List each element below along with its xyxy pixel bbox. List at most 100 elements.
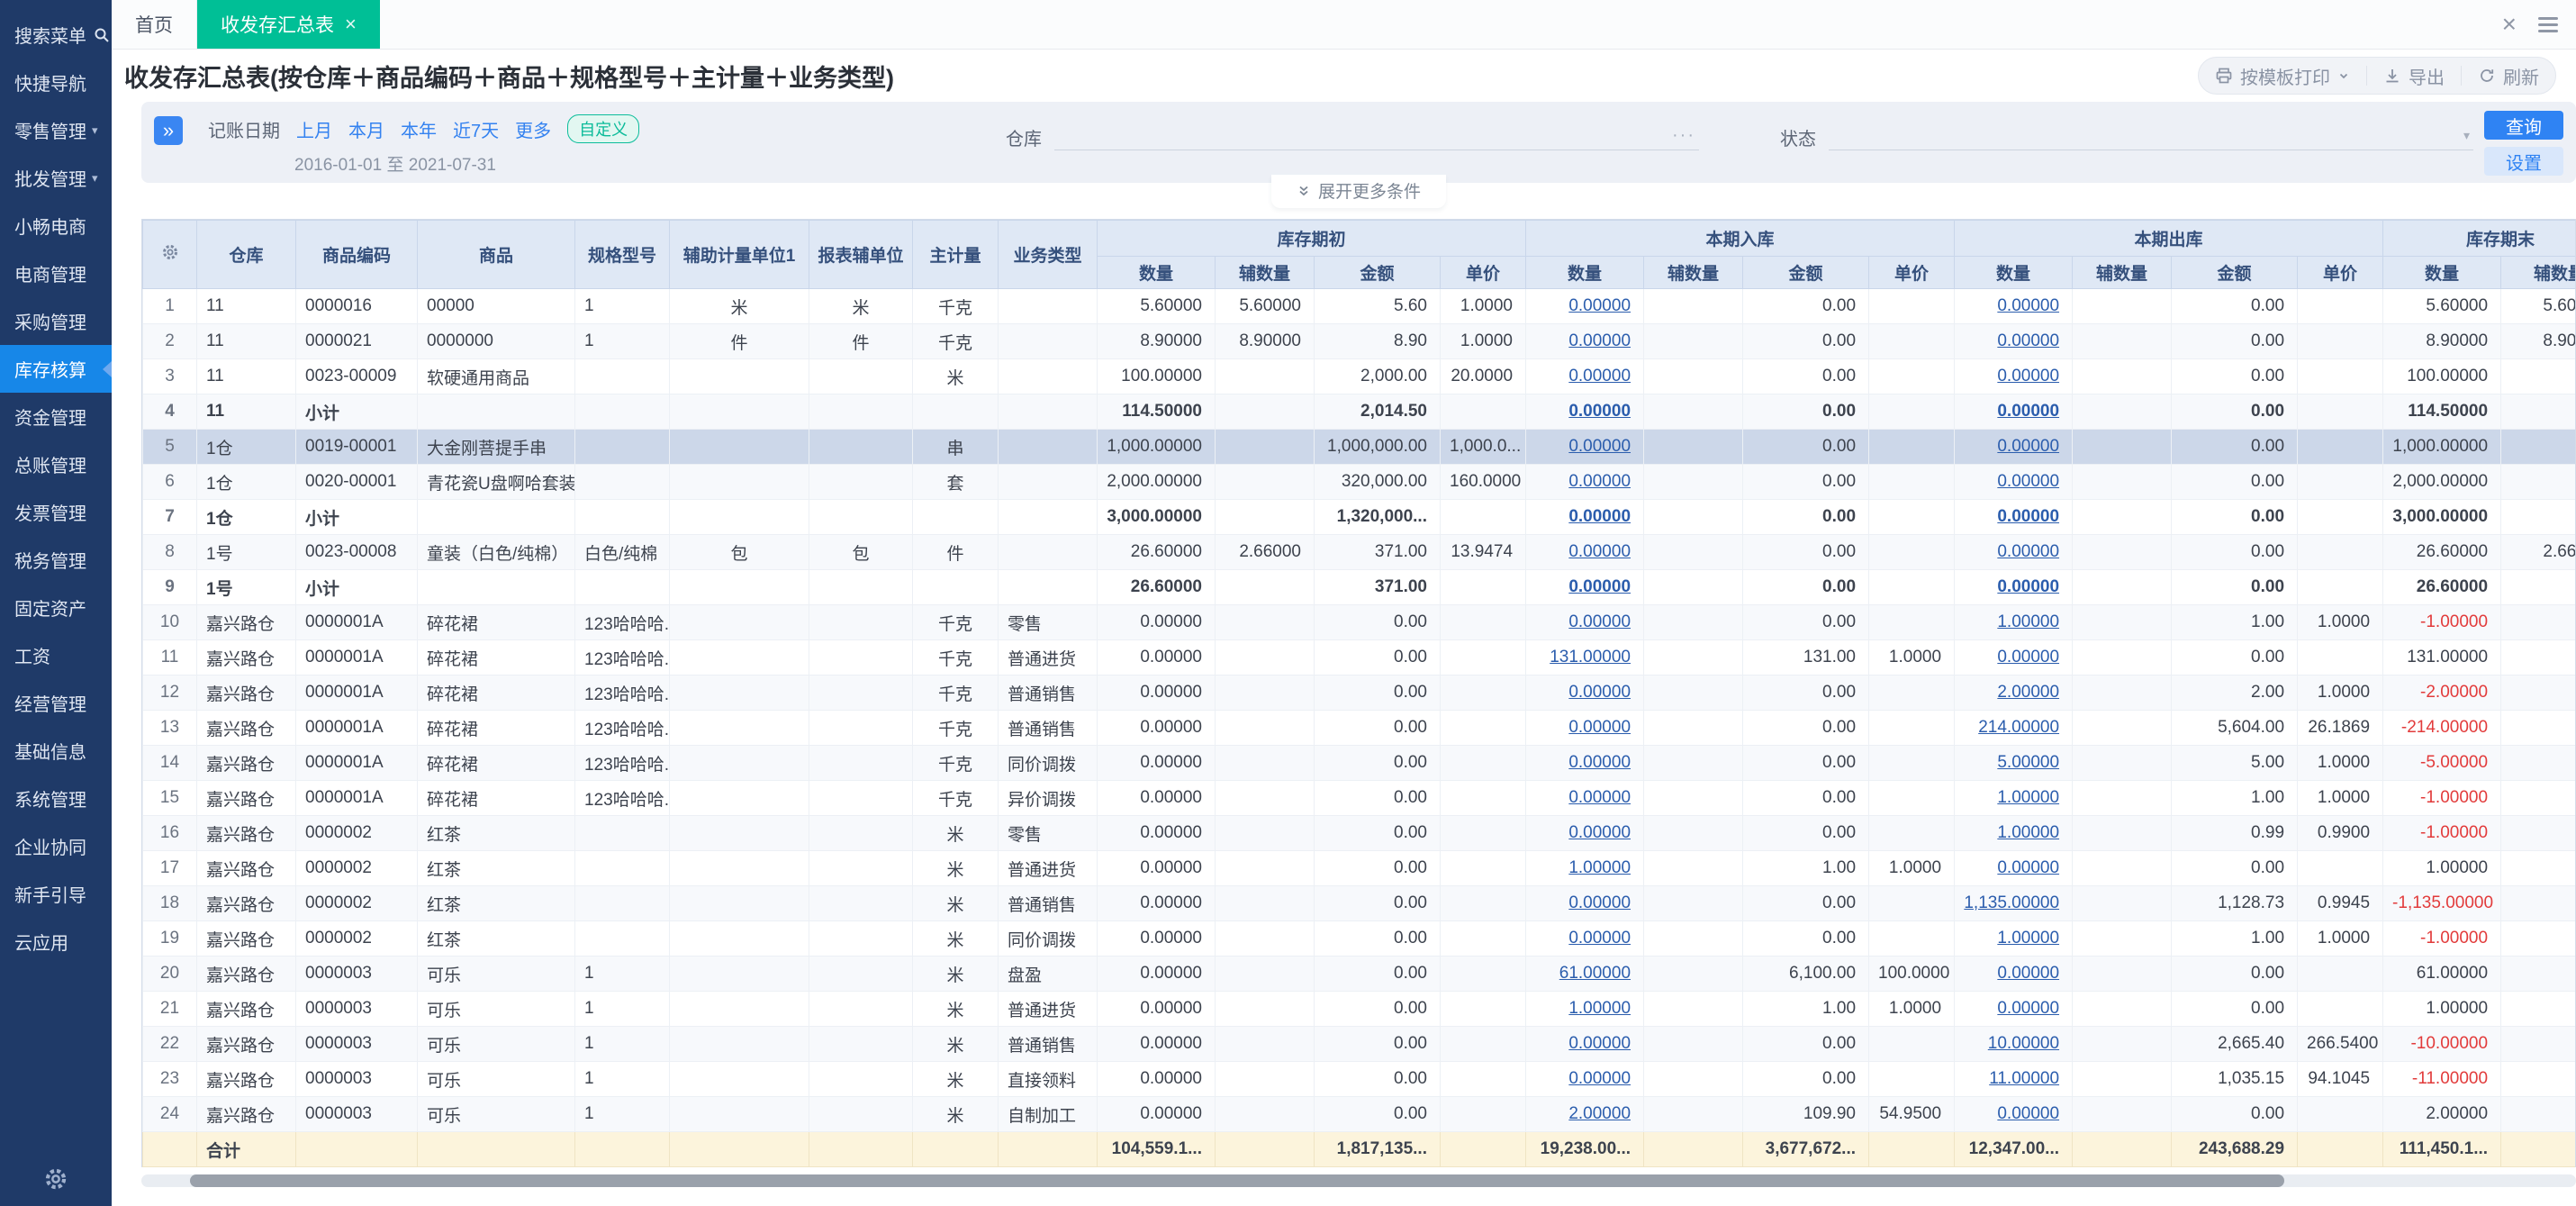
sidebar-item-purchase[interactable]: 采购管理	[0, 297, 112, 345]
table-row[interactable]: 15 嘉兴路仓 0000001A 碎花裙 123哈哈哈... 千克 异价调拨 0.00000 0…	[142, 780, 2575, 816]
status-select[interactable]: ▾	[1829, 122, 2473, 150]
settings-button[interactable]: 设置	[2484, 147, 2563, 176]
table-row[interactable]: 16 嘉兴路仓 0000002 红茶米零售 0.00000 0.00 0.00000 0.00…	[142, 815, 2575, 851]
sidebar-item-xiaochang-ec[interactable]: 小畅电商	[0, 202, 112, 249]
collapse-filter-button[interactable]: »	[154, 116, 183, 145]
drill-down-link[interactable]: 0.00000	[1525, 710, 1645, 746]
drill-down-link[interactable]: 0.00000	[1525, 780, 1645, 816]
drill-down-link[interactable]: 1.00000	[1954, 780, 2074, 816]
tab-active[interactable]: 收发存汇总表 ×	[197, 0, 380, 49]
sidebar-item-tax[interactable]: 税务管理	[0, 536, 112, 584]
drill-down-link[interactable]: 0.00000	[1954, 639, 2074, 676]
drill-down-link[interactable]: 0.00000	[1954, 288, 2074, 324]
export-button[interactable]: 导出	[2367, 58, 2461, 94]
drill-down-link[interactable]: 0.00000	[1954, 1096, 2074, 1132]
drill-down-link[interactable]: 2.00000	[1525, 1096, 1645, 1132]
date-quick-link[interactable]: 本月	[348, 116, 384, 142]
table-row[interactable]: 11 嘉兴路仓 0000001A 碎花裙 123哈哈哈... 千克 普通进货 0.00000 0…	[142, 639, 2575, 676]
table-row[interactable]: 21 嘉兴路仓 0000003 可乐 1 米普通进货 0.00000 0.00 1.00000 1…	[142, 991, 2575, 1027]
drill-down-link[interactable]: 0.00000	[1525, 534, 1645, 570]
drill-down-link[interactable]: 1.00000	[1954, 604, 2074, 640]
table-row[interactable]: 14 嘉兴路仓 0000001A 碎花裙 123哈哈哈... 千克 同价调拨 0.00000 0…	[142, 745, 2575, 781]
expand-more-button[interactable]: 展开更多条件	[1270, 175, 1447, 208]
scrollbar-thumb[interactable]	[190, 1174, 2284, 1187]
refresh-button[interactable]: 刷新	[2462, 58, 2555, 94]
sidebar-item-guide[interactable]: 新手引导	[0, 870, 112, 918]
drill-down-link[interactable]: 0.00000	[1954, 569, 2074, 605]
drill-down-link[interactable]: 0.00000	[1954, 394, 2074, 430]
drill-down-link[interactable]: 0.00000	[1525, 920, 1645, 957]
table-row[interactable]: 10 嘉兴路仓 0000001A 碎花裙 123哈哈哈... 千克 零售 0.00000 0.0…	[142, 604, 2575, 640]
table-row[interactable]: 12 嘉兴路仓 0000001A 碎花裙 123哈哈哈... 千克 普通销售 0.00000 0…	[142, 675, 2575, 711]
drill-down-link[interactable]: 0.00000	[1954, 499, 2074, 535]
ellipsis-icon[interactable]: ···	[1672, 125, 1699, 146]
sidebar-item-operations[interactable]: 经营管理	[0, 679, 112, 727]
drill-down-link[interactable]: 0.00000	[1954, 991, 2074, 1027]
table-row[interactable]: 20 嘉兴路仓 0000003 可乐 1 米盘盈 0.00000 0.00 61.00000 6,…	[142, 956, 2575, 992]
close-all-icon[interactable]: ×	[2502, 12, 2517, 37]
tab-home[interactable]: 首页	[112, 0, 197, 49]
table-row[interactable]: 5 1仓 0019-00001 大金刚菩提手串 串 1,000.00000 1,000,00…	[142, 429, 2575, 465]
table-row[interactable]: 13 嘉兴路仓 0000001A 碎花裙 123哈哈哈... 千克 普通销售 0.00000 0…	[142, 710, 2575, 746]
drill-down-link[interactable]: 0.00000	[1525, 499, 1645, 535]
drill-down-link[interactable]: 0.00000	[1954, 534, 2074, 570]
sidebar-item-fixed-assets[interactable]: 固定资产	[0, 584, 112, 631]
drill-down-link[interactable]: 0.00000	[1954, 850, 2074, 886]
table-row[interactable]: 17 嘉兴路仓 0000002 红茶米普通进货 0.00000 0.00 1.00000 1.…	[142, 850, 2575, 886]
drill-down-link[interactable]: 10.00000	[1954, 1026, 2074, 1062]
drill-down-link[interactable]: 0.00000	[1954, 429, 2074, 465]
drill-down-link[interactable]: 0.00000	[1525, 885, 1645, 921]
drill-down-link[interactable]: 0.00000	[1954, 358, 2074, 394]
drill-down-link[interactable]: 214.00000	[1954, 710, 2074, 746]
table-row[interactable]: 19 嘉兴路仓 0000002 红茶米同价调拨 0.00000 0.00 0.00000 0.…	[142, 920, 2575, 957]
drill-down-link[interactable]: 0.00000	[1525, 569, 1645, 605]
drill-down-link[interactable]: 0.00000	[1525, 464, 1645, 500]
table-row[interactable]: 3 11 0023-00009 软硬通用商品 米 100.00000 2,000.00 20.…	[142, 358, 2575, 394]
warehouse-input[interactable]: ···	[1054, 122, 1699, 150]
sidebar-item-base-info[interactable]: 基础信息	[0, 727, 112, 775]
drill-down-link[interactable]: 1.00000	[1954, 815, 2074, 851]
sidebar-item-search-menu[interactable]: 搜索菜单	[0, 11, 112, 59]
sidebar-item-quick-nav[interactable]: 快捷导航	[0, 59, 112, 106]
date-quick-link[interactable]: 上月	[296, 116, 332, 142]
drill-down-link[interactable]: 0.00000	[1525, 429, 1645, 465]
sidebar-item-payroll[interactable]: 工资	[0, 631, 112, 679]
drill-down-link[interactable]: 61.00000	[1525, 956, 1645, 992]
drill-down-link[interactable]: 0.00000	[1525, 358, 1645, 394]
date-quick-link[interactable]: 更多	[515, 116, 551, 142]
table-row[interactable]: 7 1仓 小计 3,000.00000 1,320,000... 0.00000 0.00 0…	[142, 499, 2575, 535]
sidebar-item-wholesale[interactable]: 批发管理 ▾	[0, 154, 112, 202]
drill-down-link[interactable]: 0.00000	[1954, 464, 2074, 500]
drill-down-link[interactable]: 0.00000	[1525, 604, 1645, 640]
drill-down-link[interactable]: 131.00000	[1525, 639, 1645, 676]
drill-down-link[interactable]: 1.00000	[1525, 991, 1645, 1027]
table-row[interactable]: 1 11 0000016 00000 1 米米千克 5.60000 5.60000 5.60 1.…	[142, 288, 2575, 324]
drill-down-link[interactable]: 1.00000	[1525, 850, 1645, 886]
drill-down-link[interactable]: 0.00000	[1525, 745, 1645, 781]
drill-down-link[interactable]: 0.00000	[1525, 1026, 1645, 1062]
sidebar-item-funds[interactable]: 资金管理	[0, 393, 112, 440]
sidebar-item-invoice[interactable]: 发票管理	[0, 488, 112, 536]
sidebar-item-inventory-accounting[interactable]: 库存核算	[0, 345, 112, 393]
date-quick-link[interactable]: 本年	[401, 116, 437, 142]
table-row[interactable]: 18 嘉兴路仓 0000002 红茶米普通销售 0.00000 0.00 0.00000 0.…	[142, 885, 2575, 921]
drill-down-link[interactable]: 2.00000	[1954, 675, 2074, 711]
horizontal-scrollbar[interactable]	[141, 1174, 2576, 1187]
print-by-template-button[interactable]: 按模板打印	[2199, 58, 2366, 94]
drill-down-link[interactable]: 0.00000	[1525, 288, 1645, 324]
drill-down-link[interactable]: 1.00000	[1954, 920, 2074, 957]
sidebar-item-collaboration[interactable]: 企业协同	[0, 822, 112, 870]
drill-down-link[interactable]: 0.00000	[1954, 323, 2074, 359]
drill-down-link[interactable]: 0.00000	[1525, 1061, 1645, 1097]
custom-date-button[interactable]: 自定义	[567, 114, 640, 143]
sidebar-settings-button[interactable]	[0, 1166, 112, 1192]
query-button[interactable]: 查询	[2484, 111, 2563, 140]
table-row[interactable]: 22 嘉兴路仓 0000003 可乐 1 米普通销售 0.00000 0.00 0.00000 0…	[142, 1026, 2575, 1062]
sidebar-item-cloud-apps[interactable]: 云应用	[0, 918, 112, 966]
drill-down-link[interactable]: 0.00000	[1525, 815, 1645, 851]
tab-menu-icon[interactable]	[2538, 16, 2558, 32]
table-row[interactable]: 4 11 小计 114.50000 2,014.50 0.00000 0.00 0.00000…	[142, 394, 2575, 430]
sidebar-item-general-ledger[interactable]: 总账管理	[0, 440, 112, 488]
date-quick-link[interactable]: 近7天	[453, 116, 499, 142]
table-row[interactable]: 6 1仓 0020-00001 青花瓷U盘啊哈套装 套 2,000.00000 320,00…	[142, 464, 2575, 500]
